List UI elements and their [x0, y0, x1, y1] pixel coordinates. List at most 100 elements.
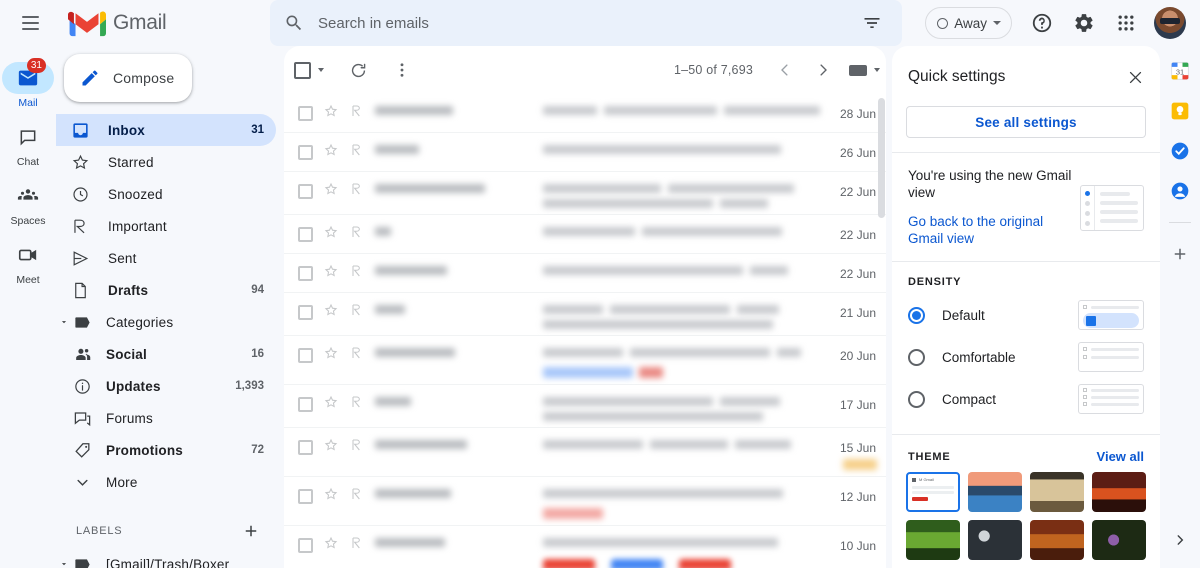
sidebar-item-snoozed[interactable]: Snoozed: [56, 178, 276, 210]
row-checkbox[interactable]: [298, 304, 313, 320]
table-row[interactable]: 26 Jun: [284, 133, 886, 172]
more-vert-icon[interactable]: [384, 52, 420, 88]
email-list-scrollbar[interactable]: [878, 98, 885, 218]
star-icon[interactable]: [323, 535, 339, 556]
row-checkbox[interactable]: [298, 488, 313, 504]
sidebar-item-social[interactable]: Social 16: [56, 338, 276, 370]
important-icon[interactable]: [349, 224, 365, 245]
search-icon[interactable]: [274, 3, 314, 43]
refresh-icon[interactable]: [340, 52, 376, 88]
calendar-icon[interactable]: 31: [1169, 60, 1191, 82]
row-checkbox[interactable]: [298, 105, 313, 121]
sidebar-item-more[interactable]: More: [56, 466, 276, 498]
chevron-down-icon[interactable]: [318, 68, 324, 72]
rail-item-spaces[interactable]: Spaces: [0, 176, 56, 233]
chevron-down-icon[interactable]: [58, 316, 70, 328]
sidebar-label-trash-boxer[interactable]: [Gmail]/Trash/Boxer: [56, 548, 276, 568]
rail-item-mail[interactable]: 31 Mail: [0, 58, 56, 115]
input-tools-button[interactable]: [849, 64, 880, 76]
help-icon[interactable]: [1022, 3, 1062, 43]
sidebar-item-categories[interactable]: Categories: [56, 306, 276, 338]
star-icon[interactable]: [323, 103, 339, 124]
important-icon[interactable]: [349, 181, 365, 202]
important-icon[interactable]: [349, 103, 365, 124]
table-row[interactable]: 10 Jun: [284, 526, 886, 568]
rail-item-meet[interactable]: Meet: [0, 235, 56, 292]
row-checkbox[interactable]: [298, 537, 313, 553]
table-row[interactable]: 28 Jun: [284, 94, 886, 133]
sidebar-item-promotions[interactable]: Promotions 72: [56, 434, 276, 466]
sidebar-item-inbox[interactable]: Inbox 31: [56, 114, 276, 146]
compose-button[interactable]: Compose: [64, 54, 192, 102]
important-icon[interactable]: [349, 302, 365, 323]
view-all-themes-link[interactable]: View all: [1097, 449, 1144, 464]
important-icon[interactable]: [349, 486, 365, 507]
sidebar-item-forums[interactable]: Forums: [56, 402, 276, 434]
gmail-brand[interactable]: Gmail: [68, 9, 264, 38]
star-icon[interactable]: [323, 142, 339, 163]
chevron-right-icon[interactable]: [1168, 528, 1192, 552]
row-checkbox[interactable]: [298, 396, 313, 412]
search-options-icon[interactable]: [854, 5, 890, 41]
chevron-down-icon[interactable]: [874, 68, 880, 72]
search-bar[interactable]: [270, 0, 902, 46]
important-icon[interactable]: [349, 142, 365, 163]
sidebar-item-sent[interactable]: Sent: [56, 242, 276, 274]
star-icon[interactable]: [323, 181, 339, 202]
plus-icon[interactable]: [240, 520, 262, 542]
table-row[interactable]: 15 Jun: [284, 428, 886, 477]
chevron-down-icon[interactable]: [58, 558, 70, 568]
star-icon[interactable]: [323, 345, 339, 366]
autumn-leaves-theme[interactable]: [1030, 520, 1084, 560]
star-icon[interactable]: [323, 486, 339, 507]
tasks-icon[interactable]: [1169, 140, 1191, 162]
green-leaf-theme[interactable]: [906, 520, 960, 560]
sidebar-item-important[interactable]: Important: [56, 210, 276, 242]
star-icon[interactable]: [323, 437, 339, 458]
select-all-checkbox[interactable]: [294, 61, 324, 79]
density-option-default[interactable]: Default: [908, 294, 1144, 336]
density-option-comfortable[interactable]: Comfortable: [908, 336, 1144, 378]
account-avatar[interactable]: [1154, 7, 1186, 39]
plus-icon[interactable]: [1169, 243, 1191, 265]
row-checkbox[interactable]: [298, 144, 313, 160]
table-row[interactable]: 20 Jun: [284, 336, 886, 385]
table-row[interactable]: 17 Jun: [284, 385, 886, 428]
important-icon[interactable]: [349, 263, 365, 284]
density-option-compact[interactable]: Compact: [908, 378, 1144, 420]
gear-icon[interactable]: [1064, 3, 1104, 43]
star-icon[interactable]: [323, 302, 339, 323]
row-checkbox[interactable]: [298, 183, 313, 199]
search-input[interactable]: [314, 14, 854, 32]
go-back-original-view-link[interactable]: Go back to the original Gmail view: [908, 213, 1072, 247]
row-checkbox[interactable]: [298, 347, 313, 363]
bubbles-theme[interactable]: [968, 520, 1022, 560]
rail-item-chat[interactable]: Chat: [0, 117, 56, 174]
table-row[interactable]: 22 Jun: [284, 215, 886, 254]
keep-icon[interactable]: [1169, 100, 1191, 122]
row-checkbox[interactable]: [298, 226, 313, 242]
table-row[interactable]: 21 Jun: [284, 293, 886, 336]
table-row[interactable]: 22 Jun: [284, 172, 886, 215]
row-checkbox[interactable]: [298, 265, 313, 281]
sandstone-theme[interactable]: [1030, 472, 1084, 512]
important-icon[interactable]: [349, 535, 365, 556]
important-icon[interactable]: [349, 437, 365, 458]
sunset-pool-theme[interactable]: [968, 472, 1022, 512]
apps-grid-icon[interactable]: [1106, 3, 1146, 43]
important-icon[interactable]: [349, 345, 365, 366]
hamburger-icon[interactable]: [10, 3, 50, 43]
status-chip[interactable]: Away: [925, 7, 1012, 39]
star-icon[interactable]: [323, 224, 339, 245]
close-icon[interactable]: [1120, 62, 1150, 92]
default-light-theme[interactable]: M Gmail: [906, 472, 960, 512]
sidebar-item-updates[interactable]: Updates 1,393: [56, 370, 276, 402]
chevron-right-icon[interactable]: [805, 52, 841, 88]
contacts-icon[interactable]: [1169, 180, 1191, 202]
star-icon[interactable]: [323, 263, 339, 284]
red-dunes-theme[interactable]: [1092, 472, 1146, 512]
row-checkbox[interactable]: [298, 439, 313, 455]
table-row[interactable]: 12 Jun: [284, 477, 886, 526]
important-icon[interactable]: [349, 394, 365, 415]
berries-theme[interactable]: [1092, 520, 1146, 560]
